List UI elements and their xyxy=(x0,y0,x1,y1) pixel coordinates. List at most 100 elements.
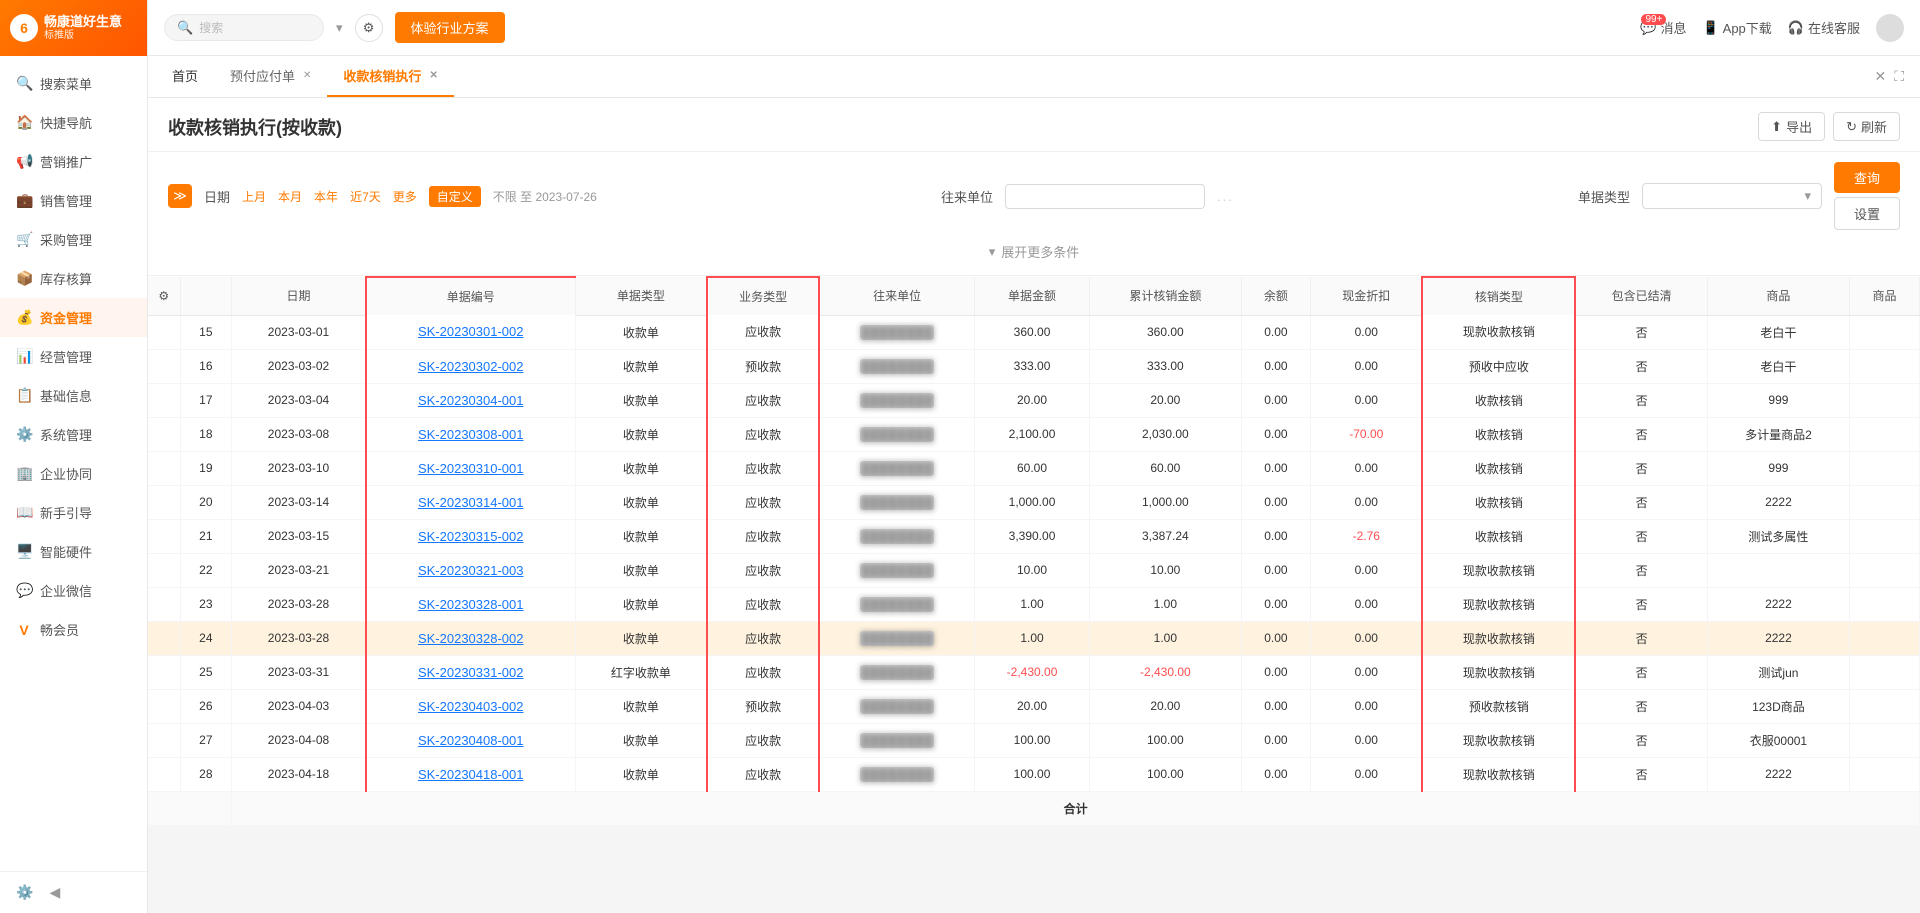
row-biz-type: 应收款 xyxy=(707,621,819,655)
custom-date-label[interactable]: 自定义 xyxy=(429,186,481,207)
tabbar: 首页 预付应付单 ✕ 收款核销执行 ✕ ✕ ⛶ xyxy=(148,56,1920,98)
row-biz-type: 应收款 xyxy=(707,417,819,451)
row-date: 2023-03-15 xyxy=(232,519,366,553)
col-header-product1[interactable]: 商品 xyxy=(1707,277,1849,315)
expand-more-row[interactable]: ▾ 展开更多条件 xyxy=(168,238,1900,265)
last-7days-btn[interactable]: 近7天 xyxy=(350,188,381,205)
row-seq: 18 xyxy=(180,417,232,451)
sidebar-item-member[interactable]: V 畅会员 xyxy=(0,610,147,649)
row-seq: 21 xyxy=(180,519,232,553)
row-checkbox[interactable] xyxy=(148,383,180,417)
settings-button[interactable]: ⚙ xyxy=(355,14,383,42)
footer-collapse-icon[interactable]: ◀ xyxy=(49,884,60,901)
row-checkbox[interactable] xyxy=(148,451,180,485)
sidebar-item-system[interactable]: ⚙️ 系统管理 xyxy=(0,415,147,454)
row-checkbox[interactable] xyxy=(148,485,180,519)
col-header-include-settled[interactable]: 包含已结清 xyxy=(1575,277,1707,315)
tab-collection-close[interactable]: ✕ xyxy=(429,70,437,81)
tab-prepay-close[interactable]: ✕ xyxy=(303,70,311,81)
footer-settings-icon[interactable]: ⚙️ xyxy=(16,884,33,901)
row-bill-type: 收款单 xyxy=(575,485,707,519)
row-seq: 20 xyxy=(180,485,232,519)
dropdown-arrow-icon[interactable]: ▾ xyxy=(336,20,343,36)
tab-collection[interactable]: 收款核销执行 ✕ xyxy=(327,56,453,97)
row-checkbox[interactable] xyxy=(148,519,180,553)
row-biz-type: 应收款 xyxy=(707,383,819,417)
row-product: 999 xyxy=(1707,451,1849,485)
sidebar-item-search[interactable]: 🔍 搜索菜单 xyxy=(0,64,147,103)
col-header-amount[interactable]: 单据金额 xyxy=(974,277,1089,315)
tab-expand-icon[interactable]: ⛶ xyxy=(1894,68,1904,85)
search-icon: 🔍 xyxy=(177,20,193,36)
this-year-btn[interactable]: 本年 xyxy=(314,188,338,205)
col-header-biz-type[interactable]: 业务类型 xyxy=(707,277,819,315)
row-bill-no: SK-20230328-001 xyxy=(366,587,575,621)
sidebar-item-purchase[interactable]: 🛒 采购管理 xyxy=(0,220,147,259)
user-avatar[interactable] xyxy=(1876,14,1904,42)
tab-close-window-icon[interactable]: ✕ xyxy=(1874,68,1886,85)
row-checkbox[interactable] xyxy=(148,553,180,587)
sidebar-item-wechat[interactable]: 💬 企业微信 xyxy=(0,571,147,610)
row-checkbox[interactable] xyxy=(148,757,180,791)
row-checkbox[interactable] xyxy=(148,417,180,451)
row-include-settled: 否 xyxy=(1575,451,1707,485)
row-product2 xyxy=(1850,587,1920,621)
sidebar-item-operation[interactable]: 📊 经营管理 xyxy=(0,337,147,376)
row-checkbox[interactable] xyxy=(148,689,180,723)
sidebar-item-basic[interactable]: 📋 基础信息 xyxy=(0,376,147,415)
refresh-button[interactable]: ↻ 刷新 xyxy=(1833,112,1900,141)
col-header-settings[interactable]: ⚙ xyxy=(148,277,180,315)
this-month-btn[interactable]: 本月 xyxy=(278,188,302,205)
row-checkbox[interactable] xyxy=(148,349,180,383)
setting-button[interactable]: 设置 xyxy=(1834,197,1900,230)
member-icon: V xyxy=(16,622,32,638)
solution-button[interactable]: 体验行业方案 xyxy=(395,12,505,43)
col-header-partner[interactable]: 往来单位 xyxy=(819,277,974,315)
tab-prepay[interactable]: 预付应付单 ✕ xyxy=(214,56,327,97)
sidebar-item-guide[interactable]: 📖 新手引导 xyxy=(0,493,147,532)
sidebar-item-corp[interactable]: 🏢 企业协同 xyxy=(0,454,147,493)
col-header-bill-type[interactable]: 单据类型 xyxy=(575,277,707,315)
row-checkbox[interactable] xyxy=(148,723,180,757)
row-bill-type: 收款单 xyxy=(575,451,707,485)
more-date-btn[interactable]: 更多 xyxy=(393,188,417,205)
bill-type-select[interactable]: ▾ xyxy=(1642,183,1822,209)
sidebar-item-nav[interactable]: 🏠 快捷导航 xyxy=(0,103,147,142)
sidebar-item-inventory[interactable]: 📦 库存核算 xyxy=(0,259,147,298)
row-checkbox[interactable] xyxy=(148,315,180,349)
row-partner: ████████ xyxy=(819,723,974,757)
global-search[interactable]: 🔍 搜索 xyxy=(164,14,324,41)
query-button[interactable]: 查询 xyxy=(1834,162,1900,193)
online-service-button[interactable]: 🎧 在线客服 xyxy=(1788,18,1860,37)
filter-expand-button[interactable]: ≫ xyxy=(168,184,192,208)
table-row: 232023-03-28SK-20230328-001收款单应收款███████… xyxy=(148,587,1920,621)
partner-input[interactable] xyxy=(1005,184,1205,209)
col-header-write-off-amount[interactable]: 累计核销金额 xyxy=(1090,277,1241,315)
row-checkbox[interactable] xyxy=(148,655,180,689)
col-header-balance[interactable]: 余额 xyxy=(1241,277,1311,315)
tabbar-actions: ✕ ⛶ xyxy=(1874,56,1912,97)
row-balance: 0.00 xyxy=(1241,723,1311,757)
tab-home[interactable]: 首页 xyxy=(156,56,214,97)
row-balance: 0.00 xyxy=(1241,587,1311,621)
row-bill-no: SK-20230408-001 xyxy=(366,723,575,757)
row-partner: ████████ xyxy=(819,451,974,485)
topbar: 🔍 搜索 ▾ ⚙ 体验行业方案 💬 99+ 消息 📱 App下载 🎧 在线客服 xyxy=(148,0,1920,56)
sidebar-item-sales[interactable]: 💼 销售管理 xyxy=(0,181,147,220)
row-amount: 100.00 xyxy=(974,757,1089,791)
col-header-date[interactable]: 日期 xyxy=(232,277,366,315)
sidebar-item-finance[interactable]: 💰 资金管理 xyxy=(0,298,147,337)
sidebar-item-hardware[interactable]: 🖥️ 智能硬件 xyxy=(0,532,147,571)
col-header-cash-discount[interactable]: 现金折扣 xyxy=(1311,277,1422,315)
col-header-bill-no[interactable]: 单据编号 xyxy=(366,277,575,315)
row-checkbox[interactable] xyxy=(148,621,180,655)
last-month-btn[interactable]: 上月 xyxy=(242,188,266,205)
notification-button[interactable]: 💬 99+ 消息 xyxy=(1640,18,1686,37)
row-checkbox[interactable] xyxy=(148,587,180,621)
col-header-write-off-type[interactable]: 核销类型 xyxy=(1422,277,1575,315)
col-header-product2[interactable]: 商品 xyxy=(1850,277,1920,315)
app-download-button[interactable]: 📱 App下载 xyxy=(1702,18,1771,37)
export-button[interactable]: ⬆ 导出 xyxy=(1758,112,1825,141)
sidebar-item-marketing[interactable]: 📢 营销推广 xyxy=(0,142,147,181)
row-write-off-type: 收款核销 xyxy=(1422,383,1575,417)
